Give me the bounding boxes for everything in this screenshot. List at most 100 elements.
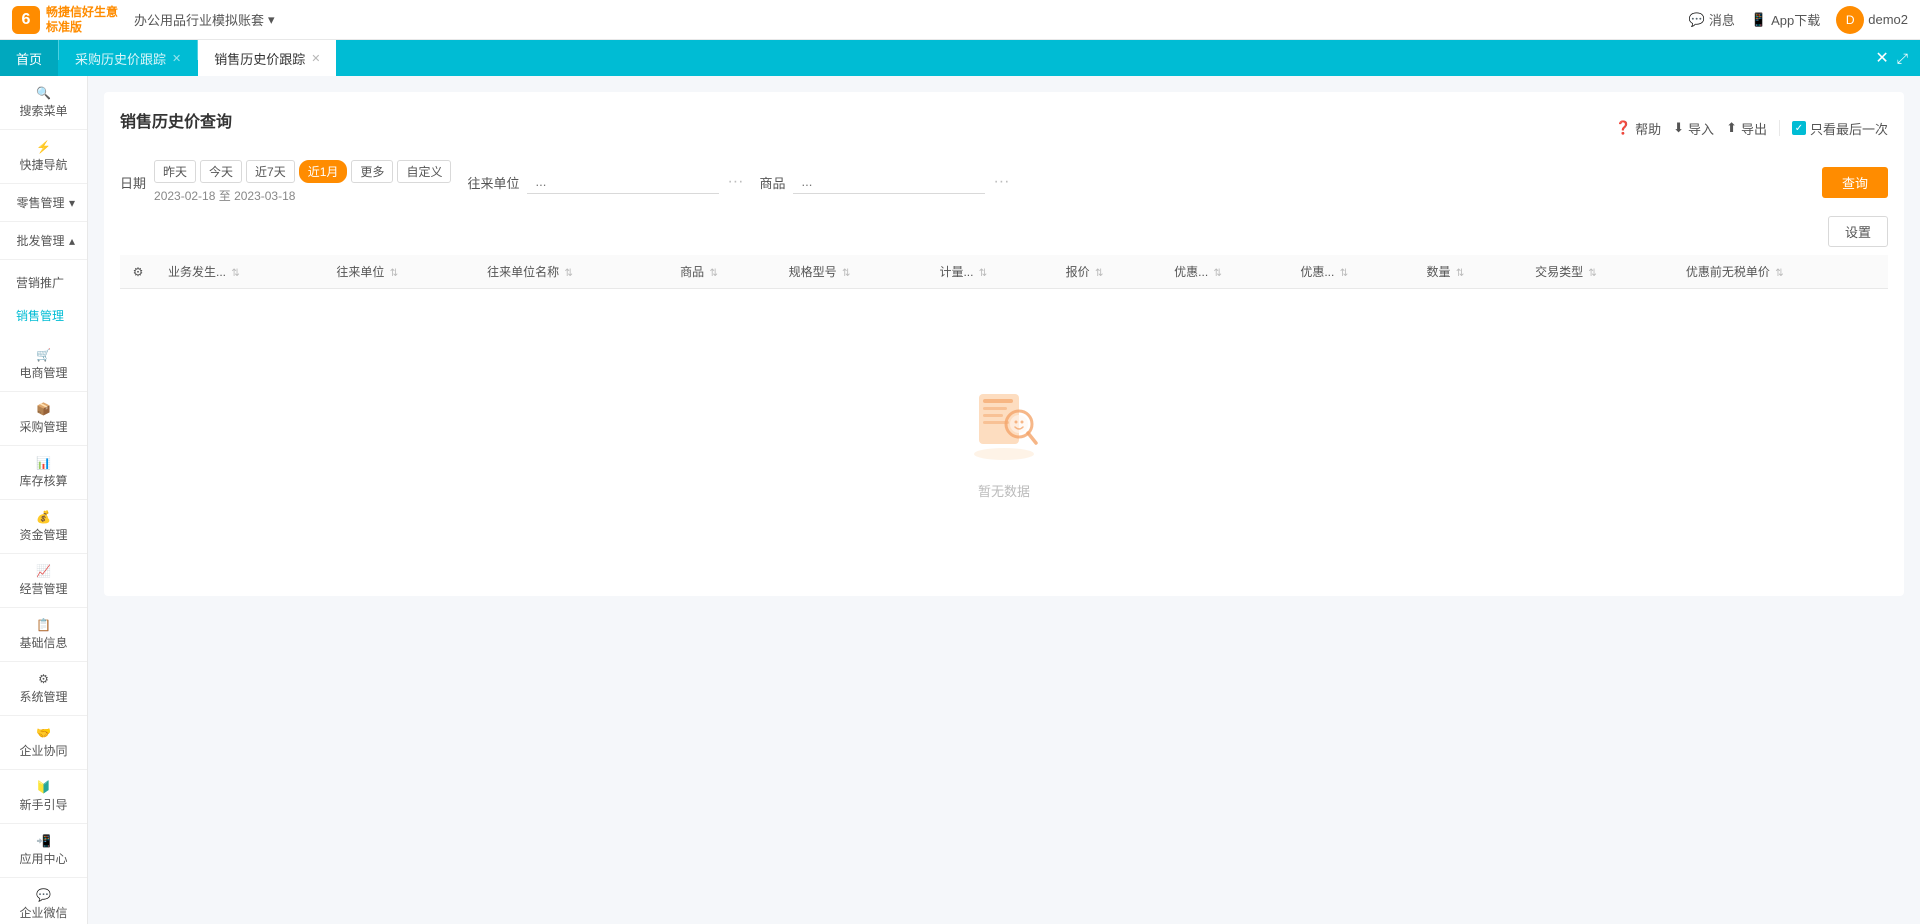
col-partner-name[interactable]: 往来单位名称 ⇅: [475, 255, 668, 289]
top-bar: 6 畅捷信好生意 标准版 办公用品行业模拟账套 ▾ 💬 消息 📱 App下载 D…: [0, 0, 1920, 40]
logo-text: 畅捷信好生意 标准版: [46, 5, 118, 34]
download-action[interactable]: 📱 App下载: [1751, 10, 1820, 29]
col-trade-type[interactable]: 交易类型 ⇅: [1523, 255, 1674, 289]
date-btn-custom[interactable]: 自定义: [397, 160, 451, 183]
sidebar-wholesale-sub: 营销推广 销售管理: [0, 260, 87, 338]
empty-state: 暂无数据: [120, 289, 1888, 580]
sales-tab-close[interactable]: ✕: [311, 52, 320, 65]
col-price[interactable]: 报价 ⇅: [1054, 255, 1163, 289]
search-icon: 🔍: [36, 86, 51, 100]
purchase-icon: 📦: [36, 402, 51, 416]
sidebar-item-quicknav[interactable]: ⚡ 快捷导航: [0, 130, 87, 184]
retail-arrow-icon: ▾: [69, 196, 75, 210]
close-window-icon[interactable]: ✕: [1875, 48, 1888, 68]
sidebar-item-search[interactable]: 🔍 搜索菜单: [0, 76, 87, 130]
sidebar-item-basic[interactable]: 📋 基础信息: [0, 608, 87, 662]
table-container: ⚙ 业务发生... ⇅ 往来单位 ⇅ 往来单位名称 ⇅: [120, 255, 1888, 580]
app-selector[interactable]: 办公用品行业模拟账套 ▾: [126, 6, 283, 33]
goods-label: 商品: [759, 173, 785, 192]
message-action[interactable]: 💬 消息: [1689, 10, 1735, 29]
page-header-row: 销售历史价查询 ❓ 帮助 ⬇ 导入 ⬆ 导出 ✓ 只看最后一次: [120, 108, 1888, 148]
tab-purchase[interactable]: 采购历史价跟踪 ✕: [59, 40, 197, 76]
sort-icon-price: ⇅: [1095, 268, 1103, 279]
goods-filter-group: 商品 ···: [759, 170, 1009, 194]
col-discount1[interactable]: 优惠... ⇅: [1162, 255, 1288, 289]
only-last-checkbox[interactable]: ✓ 只看最后一次: [1792, 119, 1888, 138]
nav-icon: ⚡: [36, 140, 51, 154]
sidebar-item-fund[interactable]: 💰 资金管理: [0, 500, 87, 554]
import-button[interactable]: ⬇ 导入: [1673, 119, 1714, 138]
tab-home[interactable]: 首页: [0, 40, 58, 76]
wholesale-arrow-icon: ▴: [69, 234, 75, 248]
goods-input[interactable]: [793, 170, 985, 194]
sort-icon-biz-date: ⇅: [231, 268, 239, 279]
settings-button[interactable]: 设置: [1828, 216, 1888, 247]
col-pre-tax-price[interactable]: 优惠前无税单价 ⇅: [1674, 255, 1888, 289]
col-goods[interactable]: 商品 ⇅: [668, 255, 777, 289]
date-btn-1month[interactable]: 近1月: [299, 160, 348, 183]
goods-dots-icon[interactable]: ···: [993, 173, 1009, 191]
help-icon: ❓: [1615, 120, 1631, 136]
sidebar-item-appcenter[interactable]: 📲 应用中心: [0, 824, 87, 878]
col-discount2[interactable]: 优惠... ⇅: [1288, 255, 1414, 289]
col-biz-date[interactable]: 业务发生... ⇅: [156, 255, 324, 289]
filter-area: 日期 昨天 今天 近7天 近1月 更多 自定义 2023-02-18 至 202…: [120, 160, 1888, 204]
date-btn-today[interactable]: 今天: [200, 160, 242, 183]
page-title: 销售历史价查询: [120, 108, 232, 132]
export-button[interactable]: ⬆ 导出: [1726, 119, 1767, 138]
sidebar-item-retail[interactable]: 零售管理 ▾: [0, 184, 87, 222]
tab-bar: 首页 采购历史价跟踪 ✕ 销售历史价跟踪 ✕ ✕ ⤢: [0, 40, 1920, 76]
help-button[interactable]: ❓ 帮助: [1615, 119, 1661, 138]
sidebar-item-operation[interactable]: 📈 经营管理: [0, 554, 87, 608]
divider: [1779, 120, 1780, 136]
col-settings[interactable]: ⚙: [120, 255, 156, 289]
purchase-tab-close[interactable]: ✕: [172, 52, 181, 65]
empty-illustration: [954, 369, 1054, 469]
download-icon: 📱: [1751, 12, 1767, 28]
main-content: 销售历史价查询 ❓ 帮助 ⬇ 导入 ⬆ 导出 ✓ 只看最后一次: [88, 76, 1920, 924]
app-center-icon: 📲: [36, 834, 51, 848]
query-button[interactable]: 查询: [1822, 167, 1888, 198]
sidebar-system-label: 系统管理: [19, 688, 67, 705]
top-bar-left: 6 畅捷信好生意 标准版 办公用品行业模拟账套 ▾: [12, 5, 283, 34]
sidebar-quicknav-label: 快捷导航: [19, 156, 67, 173]
sidebar-item-purchase[interactable]: 📦 采购管理: [0, 392, 87, 446]
partner-dots-icon[interactable]: ···: [727, 173, 743, 191]
user-label: demo2: [1868, 12, 1908, 27]
sidebar-appcenter-label: 应用中心: [19, 850, 67, 867]
sort-icon-partner-name: ⇅: [564, 268, 572, 279]
sidebar-retail-label: 零售管理: [14, 194, 67, 211]
sidebar-item-ecommerce[interactable]: 🛒 电商管理: [0, 338, 87, 392]
sidebar-item-collab[interactable]: 🤝 企业协同: [0, 716, 87, 770]
date-filter-group: 日期 昨天 今天 近7天 近1月 更多 自定义 2023-02-18 至 202…: [120, 160, 451, 204]
sidebar-wechat-label: 企业微信: [19, 904, 67, 921]
date-btn-yesterday[interactable]: 昨天: [154, 160, 196, 183]
tab-bar-actions: ✕ ⤢: [1863, 40, 1920, 76]
date-btn-more[interactable]: 更多: [351, 160, 393, 183]
fund-icon: 💰: [36, 510, 51, 524]
sidebar-wholesale-label: 批发管理: [14, 232, 67, 249]
sidebar-item-system[interactable]: ⚙ 系统管理: [0, 662, 87, 716]
sidebar-item-sales-mgmt[interactable]: 销售管理: [0, 299, 87, 332]
import-icon: ⬇: [1673, 120, 1684, 136]
sidebar-item-guide[interactable]: 🔰 新手引导: [0, 770, 87, 824]
message-label: 消息: [1709, 10, 1735, 29]
logo-area: 6 畅捷信好生意 标准版: [12, 5, 118, 34]
col-unit[interactable]: 计量... ⇅: [927, 255, 1053, 289]
basic-icon: 📋: [36, 618, 51, 632]
sort-icon-discount2: ⇅: [1340, 268, 1348, 279]
tab-sales[interactable]: 销售历史价跟踪 ✕: [198, 40, 336, 76]
app-selector-label: 办公用品行业模拟账套: [134, 10, 264, 29]
partner-input[interactable]: [527, 170, 719, 194]
sidebar-item-wholesale[interactable]: 批发管理 ▴: [0, 222, 87, 260]
guide-icon: 🔰: [36, 780, 51, 794]
sidebar-item-wechat[interactable]: 💬 企业微信: [0, 878, 87, 924]
maximize-icon[interactable]: ⤢: [1897, 50, 1908, 67]
col-partner-code[interactable]: 往来单位 ⇅: [324, 255, 475, 289]
user-action[interactable]: D demo2: [1836, 6, 1908, 34]
sidebar-item-marketing[interactable]: 营销推广: [0, 266, 87, 299]
col-spec[interactable]: 规格型号 ⇅: [777, 255, 928, 289]
sidebar-item-inventory[interactable]: 📊 库存核算: [0, 446, 87, 500]
date-btn-7days[interactable]: 近7天: [246, 160, 295, 183]
col-qty[interactable]: 数量 ⇅: [1414, 255, 1523, 289]
